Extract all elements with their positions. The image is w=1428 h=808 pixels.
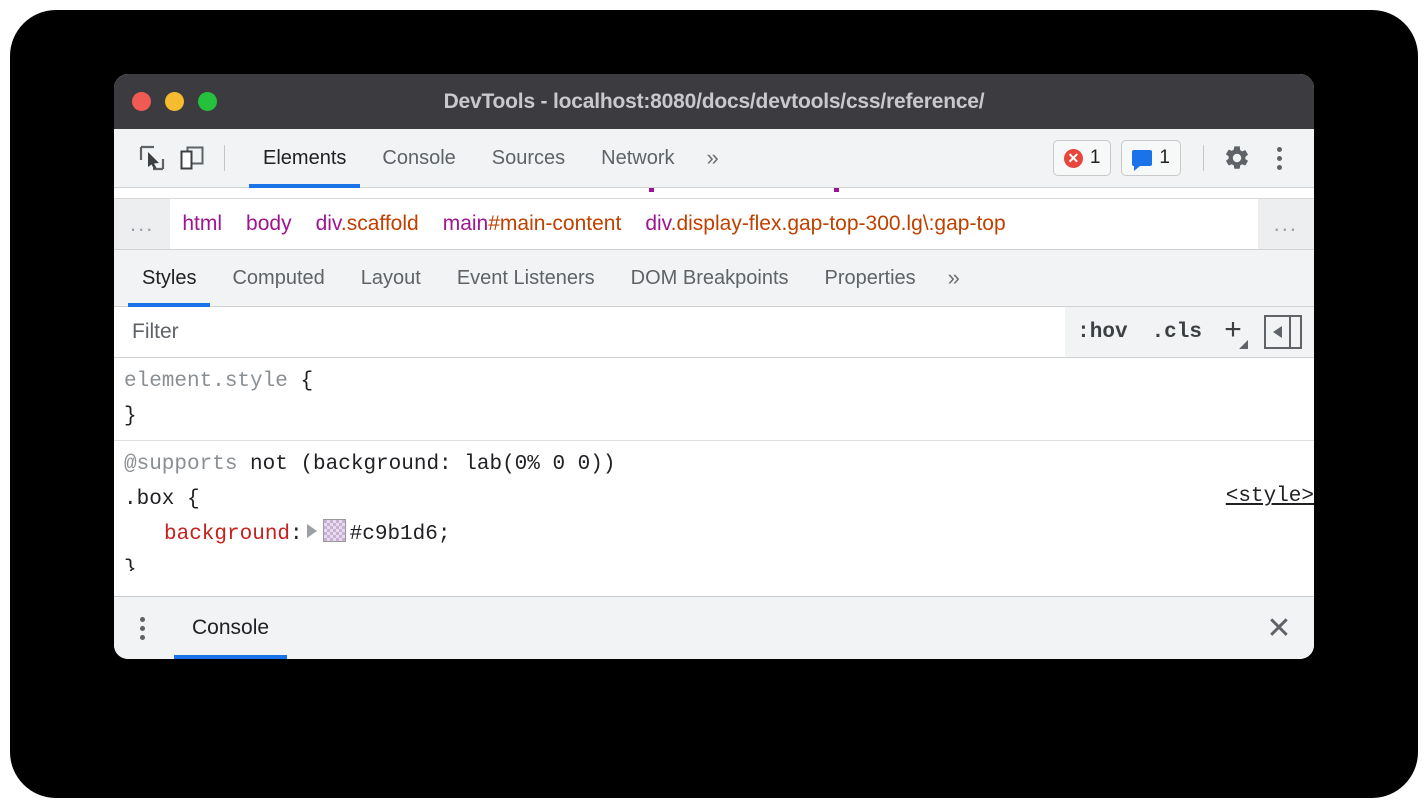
breadcrumb-item-main-content[interactable]: main#main-content — [431, 212, 634, 236]
message-count-badge[interactable]: 1 — [1121, 140, 1181, 176]
breadcrumb-tag: div — [316, 212, 341, 235]
tab-styles-label: Styles — [142, 267, 196, 290]
devtools-toolbar: Elements Console Sources Network » ✕ 1 1 — [114, 129, 1314, 188]
device-toolbar-icon[interactable] — [172, 138, 212, 178]
breadcrumb-selector: .scaffold — [341, 212, 419, 235]
dropdown-triangle-icon — [1239, 340, 1248, 349]
tab-network[interactable]: Network — [583, 129, 692, 187]
filter-input[interactable] — [114, 307, 1065, 357]
rule-selector-line: element.style { — [124, 364, 1314, 399]
toolbar-divider — [224, 145, 225, 171]
toggle-element-state-button[interactable]: :hov — [1065, 307, 1139, 357]
tab-console[interactable]: Console — [364, 129, 473, 187]
breadcrumb-tag: main — [443, 212, 489, 235]
gear-icon[interactable] — [1216, 137, 1258, 179]
element-classes-button[interactable]: .cls — [1140, 307, 1214, 357]
rule-open-brace: { — [187, 488, 200, 511]
rule-close-brace: } — [124, 399, 1314, 434]
breadcrumb-item-div-display-flex[interactable]: div.display-flex.gap-top-300.lg\:gap-top — [633, 212, 1017, 236]
more-panels-chevron-icon[interactable]: » — [693, 145, 731, 171]
breadcrumb-selector: #main-content — [488, 212, 621, 235]
tab-properties-label: Properties — [825, 267, 916, 290]
at-rule-line: @supports not (background: lab(0% 0 0)) — [124, 447, 1314, 482]
tab-console-label: Console — [382, 147, 455, 170]
message-count-label: 1 — [1159, 147, 1170, 169]
breadcrumb-item-html[interactable]: html — [170, 212, 234, 236]
breadcrumb-tag: html — [182, 212, 222, 235]
toggle-sidebar-icon[interactable] — [1252, 307, 1314, 357]
tab-properties[interactable]: Properties — [807, 250, 934, 306]
dom-tree-sliver[interactable] — [114, 188, 1314, 199]
tab-dom-breakpoints-label: DOM Breakpoints — [631, 267, 789, 290]
tab-elements[interactable]: Elements — [245, 129, 364, 187]
breadcrumb-tag: div — [645, 212, 670, 235]
tab-layout[interactable]: Layout — [343, 250, 439, 306]
styles-filter-bar: :hov .cls + — [114, 307, 1314, 358]
breadcrumb-item-body[interactable]: body — [234, 212, 304, 236]
stylesheet-source-link[interactable]: <style> — [1226, 485, 1314, 508]
dom-tree-text-fragment — [649, 188, 654, 192]
tab-sources-label: Sources — [492, 147, 565, 170]
at-rule-condition: not (background: lab(0% 0 0)) — [250, 453, 615, 476]
rule-selector[interactable]: .box — [124, 488, 174, 511]
tab-elements-label: Elements — [263, 147, 346, 170]
new-style-rule-button[interactable]: + — [1214, 307, 1252, 357]
panel-tabs: Elements Console Sources Network » — [245, 129, 731, 187]
breadcrumb: ... html body div.scaffold main#main-con… — [114, 199, 1314, 250]
rule-open-brace: { — [300, 370, 313, 393]
dom-tree-text-fragment — [834, 188, 839, 192]
expand-shorthand-triangle-icon[interactable] — [307, 524, 317, 538]
declaration-terminator: ; — [438, 523, 451, 546]
styles-rules-pane[interactable]: element.style { } @supports not (backgro… — [114, 358, 1314, 571]
rule-close-brace: } — [124, 552, 1314, 571]
tab-styles[interactable]: Styles — [124, 250, 214, 306]
drawer-tab-console[interactable]: Console — [170, 597, 291, 659]
tab-event-listeners-label: Event Listeners — [457, 267, 595, 290]
drawer-tab-console-label: Console — [192, 616, 269, 640]
breadcrumb-overflow-left[interactable]: ... — [114, 199, 170, 249]
rule-selector-line: .box { — [124, 482, 1314, 517]
tab-event-listeners[interactable]: Event Listeners — [439, 250, 613, 306]
inspect-cursor-icon[interactable] — [132, 138, 172, 178]
toolbar-divider-2 — [1203, 145, 1204, 171]
breadcrumb-overflow-right[interactable]: ... — [1258, 199, 1314, 249]
color-swatch[interactable] — [323, 519, 346, 542]
at-rule-keyword: @supports — [124, 453, 237, 476]
style-rule-element-style[interactable]: element.style { } — [114, 358, 1314, 440]
tab-dom-breakpoints[interactable]: DOM Breakpoints — [613, 250, 807, 306]
kebab-menu-icon[interactable] — [1258, 137, 1300, 179]
breadcrumb-tag: body — [246, 212, 292, 235]
tab-computed[interactable]: Computed — [214, 250, 342, 306]
console-drawer: Console ✕ — [114, 596, 1314, 659]
error-count-label: 1 — [1090, 147, 1101, 169]
breadcrumb-selector: .display-flex.gap-top-300.lg\:gap-top — [671, 212, 1006, 235]
drawer-kebab-menu-icon[interactable] — [114, 615, 170, 642]
more-panes-chevron-icon[interactable]: » — [934, 265, 972, 291]
tab-computed-label: Computed — [232, 267, 324, 290]
breadcrumb-item-div-scaffold[interactable]: div.scaffold — [304, 212, 431, 236]
toolbar-right-group: ✕ 1 1 — [1053, 137, 1314, 179]
tab-sources[interactable]: Sources — [474, 129, 583, 187]
message-bubble-icon — [1132, 150, 1152, 166]
devtools-window: DevTools - localhost:8080/docs/devtools/… — [114, 74, 1314, 659]
declaration-property[interactable]: background — [124, 523, 290, 546]
sidebar-pane-tabs: Styles Computed Layout Event Listeners D… — [114, 250, 1314, 307]
error-icon: ✕ — [1064, 149, 1083, 168]
close-drawer-icon[interactable]: ✕ — [1244, 611, 1314, 646]
window-titlebar: DevTools - localhost:8080/docs/devtools/… — [114, 74, 1314, 129]
rule-selector[interactable]: element.style — [124, 370, 288, 393]
tab-layout-label: Layout — [361, 267, 421, 290]
declaration-value[interactable]: #c9b1d6 — [350, 523, 438, 546]
style-rule-box[interactable]: @supports not (background: lab(0% 0 0)) … — [114, 440, 1314, 571]
error-count-badge[interactable]: ✕ 1 — [1053, 140, 1112, 176]
tab-network-label: Network — [601, 147, 674, 170]
declaration-background[interactable]: background:#c9b1d6; — [124, 517, 1314, 552]
window-title: DevTools - localhost:8080/docs/devtools/… — [114, 90, 1314, 114]
